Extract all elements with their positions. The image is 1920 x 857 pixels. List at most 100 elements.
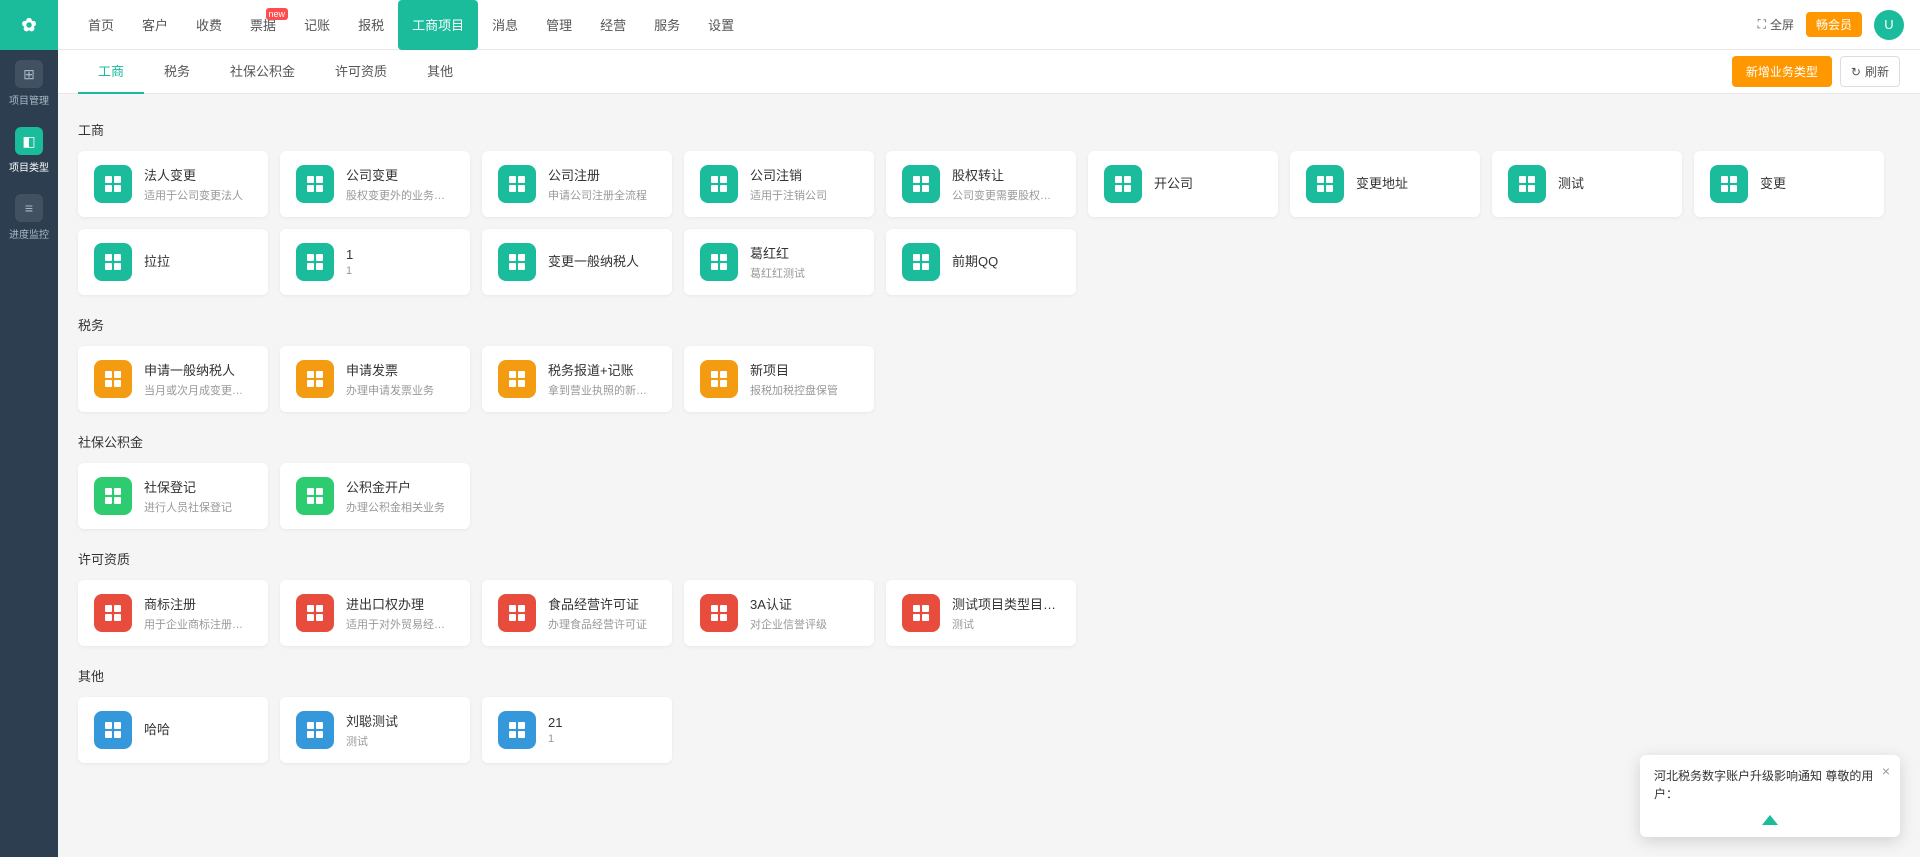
card-name-4-0: 哈哈: [144, 719, 252, 738]
add-business-type-button[interactable]: 新增业务类型: [1732, 56, 1832, 87]
card-0-12[interactable]: 葛红红 葛红红测试: [684, 229, 874, 295]
card-info-0-7: 测试: [1558, 173, 1666, 195]
section-title-1: 税务: [78, 315, 1900, 334]
card-0-8[interactable]: 变更: [1694, 151, 1884, 217]
topnav-item-设置[interactable]: 设置: [694, 0, 748, 50]
card-icon-0-13: [902, 243, 940, 281]
card-desc-0-10: 1: [346, 265, 454, 277]
cards-grid-2: 社保登记 进行人员社保登记 公积金开户 办理公积金相关业务: [78, 463, 1900, 529]
card-0-13[interactable]: 前期QQ: [886, 229, 1076, 295]
card-1-1[interactable]: 申请发票 办理申请发票业务: [280, 346, 470, 412]
card-info-3-3: 3A认证 对企业信誉评级: [750, 594, 858, 632]
card-name-1-0: 申请一般纳税人: [144, 360, 252, 379]
topnav-item-票据[interactable]: 票据new: [236, 0, 290, 50]
card-icon-4-1: [296, 711, 334, 749]
topnav-item-报税[interactable]: 报税: [344, 0, 398, 50]
card-name-0-10: 1: [346, 247, 454, 262]
card-info-1-3: 新项目 报税加税控盘保管: [750, 360, 858, 398]
sidebar: ✿ ⊞项目管理◧项目类型≡进度监控: [0, 0, 58, 857]
sub-tabs-bar: 工商税务社保公积金许可资质其他 新增业务类型 ↻ 刷新: [58, 50, 1920, 94]
card-info-4-0: 哈哈: [144, 719, 252, 741]
card-3-1[interactable]: 进出口权办理 适用于对外贸易经营者: [280, 580, 470, 646]
refresh-button[interactable]: ↻ 刷新: [1840, 56, 1900, 87]
card-icon-0-10: [296, 243, 334, 281]
card-3-2[interactable]: 食品经营许可证 办理食品经营许可证: [482, 580, 672, 646]
card-1-0[interactable]: 申请一般纳税人 当月或次月成变更完成: [78, 346, 268, 412]
card-info-2-0: 社保登记 进行人员社保登记: [144, 477, 252, 515]
sidebar-item-0[interactable]: ⊞项目管理: [0, 50, 58, 117]
card-4-1[interactable]: 刘聪测试 测试: [280, 697, 470, 763]
badge-new-3: new: [266, 8, 289, 20]
card-desc-0-1: 股权变更外的业务变更: [346, 187, 454, 203]
app-logo[interactable]: ✿: [0, 0, 58, 50]
card-4-0[interactable]: 哈哈: [78, 697, 268, 763]
card-0-1[interactable]: 公司变更 股权变更外的业务变更: [280, 151, 470, 217]
card-info-3-4: 测试项目类型目定义 测试: [952, 594, 1060, 632]
card-icon-0-1: [296, 165, 334, 203]
notification-close-button[interactable]: ×: [1882, 763, 1890, 779]
fullscreen-icon: ⛶: [1758, 17, 1766, 32]
card-0-10[interactable]: 1 1: [280, 229, 470, 295]
sub-tab-许可资质[interactable]: 许可资质: [315, 50, 407, 94]
card-name-3-3: 3A认证: [750, 594, 858, 613]
sub-tab-其他[interactable]: 其他: [407, 50, 473, 94]
card-0-11[interactable]: 变更一般纳税人: [482, 229, 672, 295]
card-0-4[interactable]: 股权转让 公司变更需要股权转让: [886, 151, 1076, 217]
sidebar-item-2[interactable]: ≡进度监控: [0, 184, 58, 251]
card-name-1-3: 新项目: [750, 360, 858, 379]
card-1-3[interactable]: 新项目 报税加税控盘保管: [684, 346, 874, 412]
card-2-1[interactable]: 公积金开户 办理公积金相关业务: [280, 463, 470, 529]
card-2-0[interactable]: 社保登记 进行人员社保登记: [78, 463, 268, 529]
card-0-9[interactable]: 拉拉: [78, 229, 268, 295]
card-info-1-2: 税务报道+记账 拿到营业执照的新公司: [548, 360, 656, 398]
vip-button[interactable]: 畅会员: [1806, 12, 1862, 37]
topnav-item-工商项目[interactable]: 工商项目: [398, 0, 478, 50]
card-name-0-8: 变更: [1760, 173, 1868, 192]
sidebar-item-1[interactable]: ◧项目类型: [0, 117, 58, 184]
card-0-7[interactable]: 测试: [1492, 151, 1682, 217]
card-desc-0-12: 葛红红测试: [750, 265, 858, 281]
card-info-0-1: 公司变更 股权变更外的业务变更: [346, 165, 454, 203]
sidebar-icon-0: ⊞: [15, 60, 43, 88]
card-1-2[interactable]: 税务报道+记账 拿到营业执照的新公司: [482, 346, 672, 412]
topnav-item-记账[interactable]: 记账: [290, 0, 344, 50]
card-info-3-1: 进出口权办理 适用于对外贸易经营者: [346, 594, 454, 632]
card-0-3[interactable]: 公司注销 适用于注销公司: [684, 151, 874, 217]
card-name-1-2: 税务报道+记账: [548, 360, 656, 379]
topnav-item-服务[interactable]: 服务: [640, 0, 694, 50]
card-desc-1-0: 当月或次月成变更完成: [144, 382, 252, 398]
card-3-0[interactable]: 商标注册 用于企业商标注册服务: [78, 580, 268, 646]
topnav-item-客户[interactable]: 客户: [128, 0, 182, 50]
card-icon-1-2: [498, 360, 536, 398]
card-3-4[interactable]: 测试项目类型目定义 测试: [886, 580, 1076, 646]
card-3-3[interactable]: 3A认证 对企业信誉评级: [684, 580, 874, 646]
card-icon-0-3: [700, 165, 738, 203]
fullscreen-btn[interactable]: ⛶ 全屏: [1758, 16, 1794, 33]
sub-tab-社保公积金[interactable]: 社保公积金: [210, 50, 315, 94]
topnav-item-消息[interactable]: 消息: [478, 0, 532, 50]
topnav-item-收费[interactable]: 收费: [182, 0, 236, 50]
card-0-0[interactable]: 法人变更 适用于公司变更法人: [78, 151, 268, 217]
notification-text: 河北税务数字账户升级影响通知 尊敬的用户：: [1654, 767, 1886, 803]
topnav-item-首页[interactable]: 首页: [74, 0, 128, 50]
card-info-0-11: 变更一般纳税人: [548, 251, 656, 273]
sub-tab-税务[interactable]: 税务: [144, 50, 210, 94]
card-4-2[interactable]: 21 1: [482, 697, 672, 763]
card-0-5[interactable]: 开公司: [1088, 151, 1278, 217]
cards-grid-4: 哈哈 刘聪测试 测试: [78, 697, 1900, 763]
main-area: 首页客户收费票据new记账报税工商项目消息管理经营服务设置 ⛶ 全屏 畅会员 U…: [58, 0, 1920, 857]
cards-grid-3: 商标注册 用于企业商标注册服务 进出口权办理 适用于对外贸易经营者: [78, 580, 1900, 646]
card-desc-3-3: 对企业信誉评级: [750, 616, 858, 632]
card-icon-0-9: [94, 243, 132, 281]
topnav-item-管理[interactable]: 管理: [532, 0, 586, 50]
card-0-6[interactable]: 变更地址: [1290, 151, 1480, 217]
avatar[interactable]: U: [1874, 10, 1904, 40]
sub-tabs-actions: 新增业务类型 ↻ 刷新: [1732, 56, 1900, 87]
sub-tab-工商[interactable]: 工商: [78, 50, 144, 94]
topnav-item-经营[interactable]: 经营: [586, 0, 640, 50]
card-0-2[interactable]: 公司注册 申请公司注册全流程: [482, 151, 672, 217]
card-desc-3-0: 用于企业商标注册服务: [144, 616, 252, 632]
card-desc-1-1: 办理申请发票业务: [346, 382, 454, 398]
card-icon-3-4: [902, 594, 940, 632]
card-name-0-3: 公司注销: [750, 165, 858, 184]
